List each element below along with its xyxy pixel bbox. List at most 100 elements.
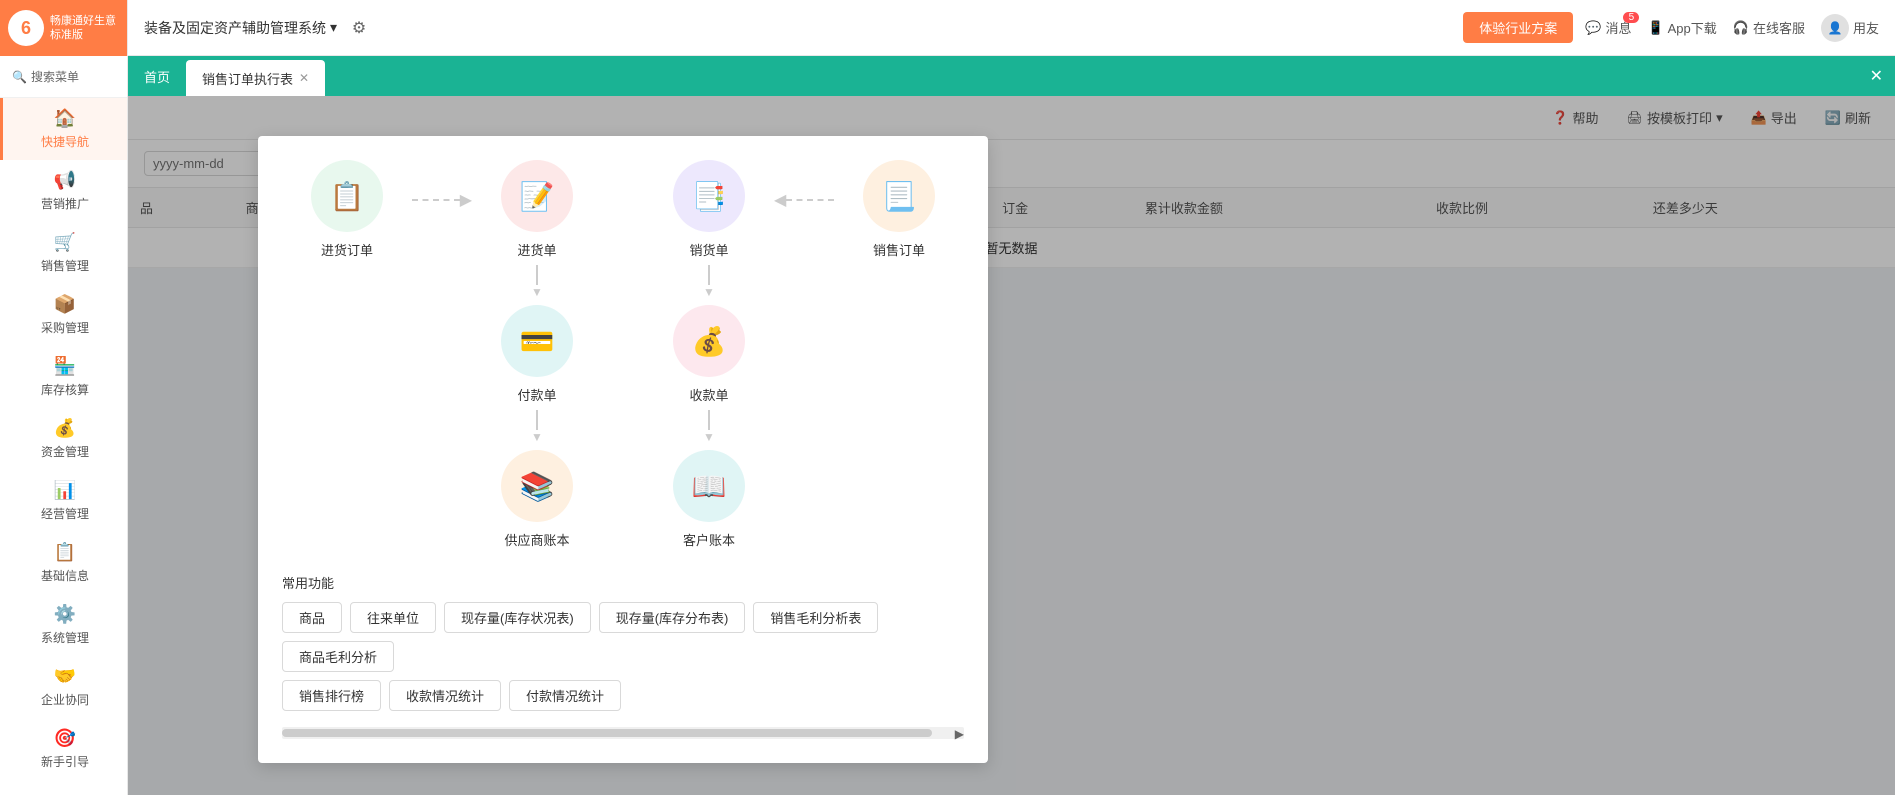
trial-button[interactable]: 体验行业方案 (1463, 12, 1573, 43)
sidebar-item-system[interactable]: ⚙️ 系统管理 (0, 594, 127, 656)
workflow-row-1: 📋 进货订单 ▶ 📝 (282, 160, 964, 259)
topbar-actions: 💬 消息 5 📱 App下载 🎧 在线客服 👤 用友 (1585, 14, 1879, 42)
search-icon: 🔍 (12, 70, 27, 84)
sidebar-item-finance[interactable]: 💰 资金管理 (0, 408, 127, 470)
logo-text: 畅康通好生意 标准版 (50, 14, 116, 43)
popup-scrollbar[interactable] (282, 727, 964, 739)
megaphone-icon: 📢 (54, 170, 76, 191)
target-icon: 🎯 (54, 728, 76, 749)
customer-icon: 📖 (692, 470, 727, 503)
system-title-dropdown[interactable]: 装备及固定资产辅助管理系统 ▾ (144, 18, 337, 38)
supplier-account-node: 📚 供应商账本 (472, 450, 602, 549)
main-content: 装备及固定资产辅助管理系统 ▾ ⚙ 体验行业方案 💬 消息 5 📱 App下载 … (128, 0, 1895, 795)
common-functions: 常用功能 商品 往来单位 现存量(库存状况表) 现存量(库存分布表) 销售毛利分… (282, 573, 964, 711)
arrow-right-icon: ▶ (460, 190, 472, 210)
receipt-order-circle: 💰 (673, 305, 745, 377)
sidebar-item-marketing[interactable]: 📢 营销推广 (0, 160, 127, 222)
arrow-down-purchase-bill: ▼ (531, 285, 543, 299)
app-download-button[interactable]: 📱 App下载 (1647, 18, 1716, 37)
btn-sales-profit-analysis[interactable]: 销售毛利分析表 (753, 602, 878, 633)
btn-counterparty[interactable]: 往来单位 (350, 602, 436, 633)
chevron-down-icon: ▾ (330, 19, 337, 36)
customer-account-circle: 📖 (673, 450, 745, 522)
workflow-diagram: 📋 进货订单 ▶ 📝 (282, 160, 964, 557)
supplier-account-label: 供应商账本 (504, 530, 569, 549)
sales-bill-label: 销货单 (689, 240, 728, 259)
btn-inventory-distribution[interactable]: 现存量(库存分布表) (599, 602, 746, 633)
message-badge: 5 (1623, 12, 1639, 23)
arrow-down-payment: ▼ (531, 430, 543, 444)
sales-order-node: 📃 销售订单 (834, 160, 964, 259)
sidebar-item-inventory[interactable]: 🏪 库存核算 (0, 346, 127, 408)
online-service-button[interactable]: 🎧 在线客服 (1733, 18, 1805, 37)
sidebar-item-enterprise[interactable]: 🤝 企业协同 (0, 656, 127, 718)
sidebar-item-operations[interactable]: 📊 经营管理 (0, 470, 127, 532)
receipt-order-label: 收款单 (689, 385, 728, 404)
tab-sales-order[interactable]: 销售订单执行表 ✕ (186, 60, 325, 96)
btn-receipt-stats[interactable]: 收款情况统计 (389, 680, 501, 711)
sidebar: 6 畅康通好生意 标准版 🔍 搜索菜单 🏠 快捷导航 📢 营销推广 � (0, 0, 128, 795)
topbar: 装备及固定资产辅助管理系统 ▾ ⚙ 体验行业方案 💬 消息 5 📱 App下载 … (128, 0, 1895, 56)
sales-bill-icon: 📑 (692, 180, 727, 213)
workflow-row-arrows-2: ▼ ▼ (282, 412, 964, 442)
tabbar-close-button[interactable]: ✕ (1858, 66, 1895, 86)
btn-payment-stats[interactable]: 付款情况统计 (509, 680, 621, 711)
arrow-purchase-to-bill: ▶ (412, 190, 472, 210)
arrow-left-icon: ◀ (774, 190, 786, 210)
purchase-order-node: 📋 进货订单 (282, 160, 412, 259)
purchase-order-circle: 📋 (311, 160, 383, 232)
purchase-bill-label: 进货单 (517, 240, 556, 259)
settings-icon[interactable]: ⚙ (345, 14, 373, 42)
sidebar-item-sales[interactable]: 🛒 销售管理 (0, 222, 127, 284)
sidebar-item-newcomer[interactable]: 🎯 新手引导 (0, 718, 127, 780)
money-icon: 💰 (54, 418, 76, 439)
search-menu-button[interactable]: 🔍 搜索菜单 (8, 64, 119, 89)
supplier-account-circle: 📚 (501, 450, 573, 522)
sidebar-search[interactable]: 🔍 搜索菜单 (0, 56, 127, 98)
tabbar: 首页 销售订单执行表 ✕ ✕ (128, 56, 1895, 96)
arrow-down-sales-bill: ▼ (703, 285, 715, 299)
payment-order-node: 💳 付款单 (472, 305, 602, 404)
tab-home[interactable]: 首页 (128, 56, 186, 96)
common-buttons-row-1: 商品 往来单位 现存量(库存状况表) 现存量(库存分布表) 销售毛利分析表 商品… (282, 602, 964, 672)
system-title: 装备及固定资产辅助管理系统 ▾ ⚙ (144, 14, 1451, 42)
purchase-bill-icon: 📝 (520, 180, 555, 213)
customer-account-node: 📖 客户账本 (644, 450, 774, 549)
btn-inventory-status[interactable]: 现存量(库存状况表) (444, 602, 591, 633)
clipboard-icon: 📋 (54, 542, 76, 563)
sales-order-icon: 📃 (882, 180, 917, 213)
box-icon: 📦 (54, 294, 76, 315)
gear-icon: ⚙️ (54, 604, 76, 625)
page-body: ❓ 帮助 🖨 按模板打印 ▾ 📤 导出 🔄 刷新 (128, 96, 1895, 795)
sidebar-item-purchase[interactable]: 📦 采购管理 (0, 284, 127, 346)
customer-account-label: 客户账本 (683, 530, 735, 549)
service-icon: 🎧 (1733, 20, 1749, 36)
sidebar-item-quick-nav[interactable]: 🏠 快捷导航 (0, 98, 127, 160)
arrow-down-receipt: ▼ (703, 430, 715, 444)
sales-bill-node: 📑 销货单 (644, 160, 774, 259)
tab-close-icon[interactable]: ✕ (299, 71, 309, 85)
receipt-icon: 💰 (692, 325, 727, 358)
logo-icon: 6 (8, 10, 44, 46)
common-functions-title: 常用功能 (282, 573, 964, 592)
cart-icon: 🛒 (54, 232, 76, 253)
receipt-order-node: 💰 收款单 (644, 305, 774, 404)
scroll-right-arrow[interactable]: ▶ (955, 727, 964, 741)
home-icon: 🏠 (54, 108, 76, 129)
user-profile-button[interactable]: 👤 用友 (1821, 14, 1879, 42)
popup-scrollbar-thumb (282, 729, 932, 737)
sales-order-circle: 📃 (863, 160, 935, 232)
purchase-bill-circle: 📝 (501, 160, 573, 232)
btn-product-profit-analysis[interactable]: 商品毛利分析 (282, 641, 394, 672)
popup-scrollbar-container: ▶ (282, 727, 964, 739)
sidebar-nav: 🏠 快捷导航 📢 营销推广 🛒 销售管理 📦 采购管理 🏪 库存核算 💰 (0, 98, 127, 795)
message-button[interactable]: 💬 消息 5 (1585, 18, 1631, 37)
chart-icon: 📊 (54, 480, 76, 501)
sidebar-item-basic-info[interactable]: 📋 基础信息 (0, 532, 127, 594)
payment-icon: 💳 (520, 325, 555, 358)
avatar: 👤 (1821, 14, 1849, 42)
btn-sales-ranking[interactable]: 销售排行榜 (282, 680, 381, 711)
btn-product[interactable]: 商品 (282, 602, 342, 633)
workflow-popup: 📋 进货订单 ▶ 📝 (258, 136, 988, 763)
common-buttons-row-2: 销售排行榜 收款情况统计 付款情况统计 (282, 680, 964, 711)
